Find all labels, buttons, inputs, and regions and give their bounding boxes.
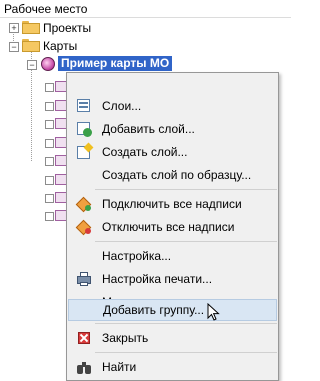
- expand-layer-toggle[interactable]: [45, 157, 54, 166]
- expand-layer-toggle[interactable]: [45, 139, 54, 148]
- menu-item-create-layer[interactable]: Создать слой...: [68, 141, 277, 163]
- mouse-cursor-icon: [207, 303, 220, 321]
- expand-layer-toggle[interactable]: [45, 176, 54, 185]
- collapse-maps-toggle[interactable]: −: [9, 42, 19, 52]
- labels-on-icon: [75, 196, 92, 213]
- panel-header: Рабочее место: [0, 0, 291, 18]
- menu-item-label: Слои...: [102, 99, 142, 113]
- menu-item-label: Отключить все надписи: [102, 220, 235, 234]
- menu-item-label: Добавить группу...: [103, 303, 205, 317]
- menu-item-add-group[interactable]: Добавить группу...: [68, 299, 277, 321]
- menu-separator: [95, 189, 277, 190]
- create-layer-icon: [76, 142, 94, 160]
- menu-item-print-settings[interactable]: Настройка печати...: [68, 268, 277, 290]
- folder-icon: [22, 21, 40, 34]
- menu-item-label: Найти: [102, 360, 137, 374]
- menu-item-find[interactable]: Найти: [68, 356, 277, 378]
- add-layer-icon: [76, 121, 92, 137]
- map-globe-icon: [41, 57, 55, 71]
- labels-off-icon: [75, 219, 92, 236]
- menu-item-layers[interactable]: Слои...: [68, 95, 277, 117]
- expand-layer-toggle[interactable]: [45, 194, 54, 203]
- menu-item-label: Добавить слой...: [102, 122, 195, 136]
- menu-separator: [95, 323, 277, 324]
- binoculars-icon: [76, 359, 92, 375]
- menu-separator: [95, 241, 277, 242]
- menu-separator: [95, 352, 277, 353]
- expand-layer-toggle[interactable]: [45, 212, 54, 221]
- menu-item-disable-all-labels[interactable]: Отключить все надписи: [68, 216, 277, 238]
- tree-item-selected-map[interactable]: Пример карты МО: [58, 56, 173, 71]
- print-settings-icon: [76, 271, 92, 287]
- tree-item-maps[interactable]: Карты: [43, 39, 77, 53]
- close-icon: [76, 330, 92, 346]
- menu-item-label: Подключить все надписи: [102, 197, 242, 211]
- menu-item-enable-all-labels[interactable]: Подключить все надписи: [68, 193, 277, 215]
- menu-item-label: Настройка печати...: [102, 272, 213, 286]
- menu-item-label: Настройка...: [102, 249, 172, 263]
- layers-icon: [76, 98, 92, 114]
- menu-item-close[interactable]: Закрыть: [68, 327, 277, 349]
- folder-icon: [22, 39, 40, 52]
- collapse-map-toggle[interactable]: −: [27, 60, 37, 70]
- expand-projects-toggle[interactable]: +: [9, 23, 19, 33]
- expand-layer-toggle[interactable]: [45, 120, 54, 129]
- menu-item-settings[interactable]: Настройка...: [68, 245, 277, 267]
- tree-item-projects[interactable]: Проекты: [43, 21, 91, 35]
- menu-item-label: Создать слой по образцу...: [102, 168, 252, 182]
- expand-layer-toggle[interactable]: [45, 83, 54, 92]
- menu-item-label: Создать слой...: [102, 145, 188, 159]
- panel-title: Рабочее место: [4, 2, 88, 16]
- context-menu: Слои... Добавить слой... Создать слой...…: [66, 72, 279, 381]
- expand-layer-toggle[interactable]: [45, 102, 54, 111]
- menu-item-label: Закрыть: [102, 331, 149, 345]
- menu-item-create-layer-by-template[interactable]: Создать слой по образцу...: [68, 164, 277, 186]
- menu-item-add-layer[interactable]: Добавить слой...: [68, 118, 277, 140]
